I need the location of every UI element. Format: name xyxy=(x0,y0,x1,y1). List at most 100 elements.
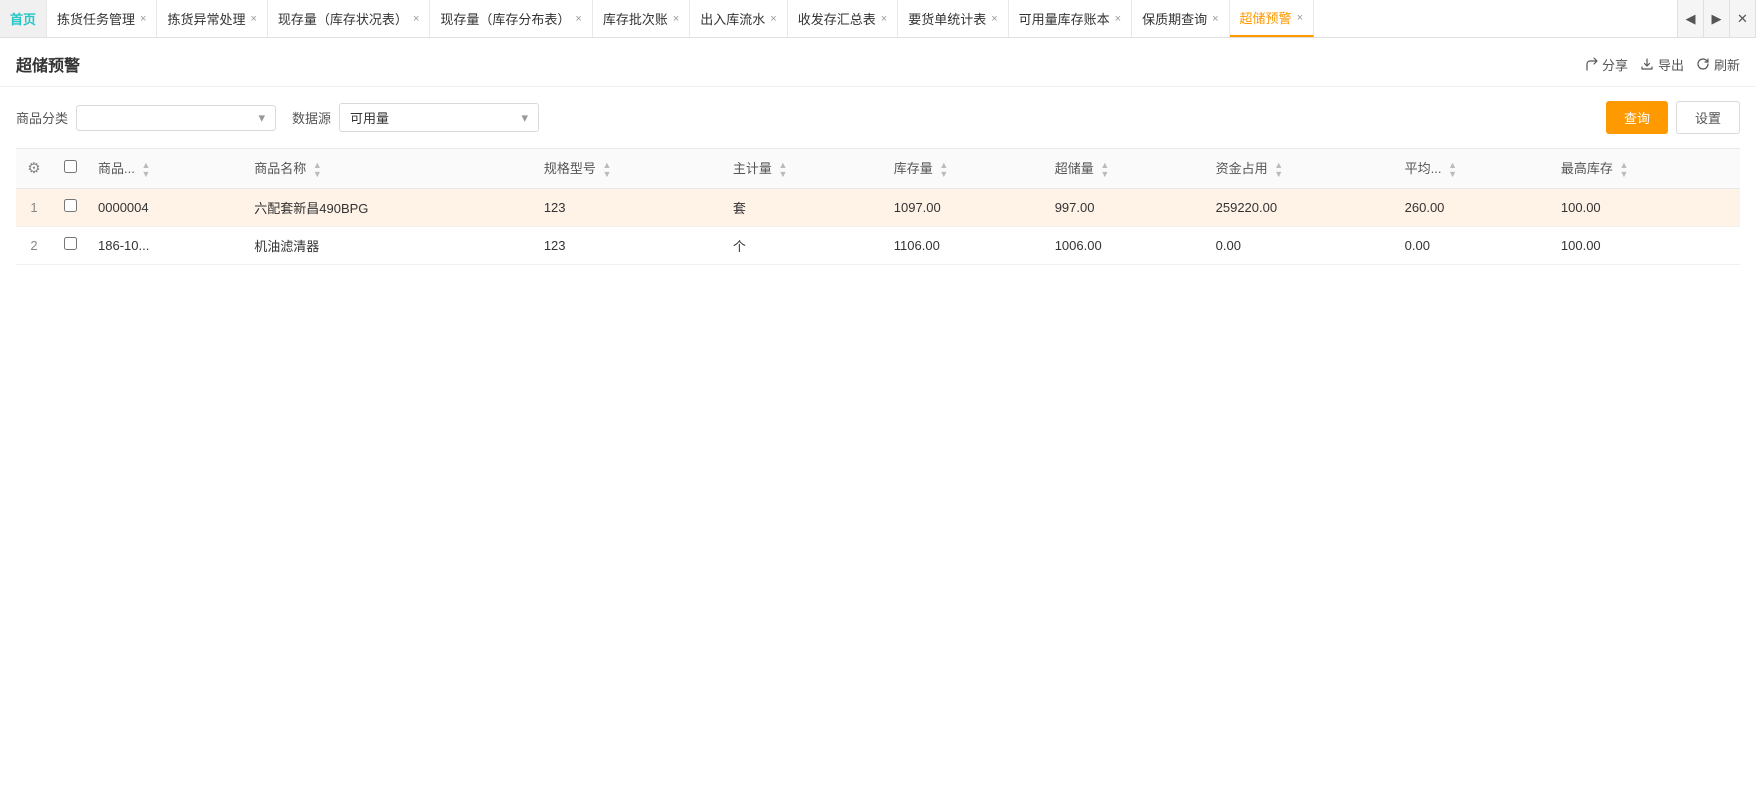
gear-icon[interactable]: ⚙ xyxy=(27,160,40,177)
sort-icon: ▲▼ xyxy=(313,161,322,179)
topbar-item-stock-status[interactable]: 现存量（库存状况表） × xyxy=(268,0,430,37)
table-wrapper: ⚙ 商品... ▲▼ 商品名称 ▲▼ 规格型号 ▲▼ xyxy=(0,148,1756,265)
topbar-item-overstock[interactable]: 超储预警 × xyxy=(1230,0,1314,37)
col-avg[interactable]: 平均... ▲▼ xyxy=(1395,149,1551,189)
close-icon[interactable]: × xyxy=(1115,13,1121,25)
home-label: 首页 xyxy=(10,9,36,28)
page-title: 超储预警 xyxy=(16,52,80,76)
row-unit: 个 xyxy=(723,226,884,264)
sort-icon: ▲▼ xyxy=(1274,161,1283,179)
datasource-select[interactable]: 可用量 ▾ xyxy=(339,103,539,132)
col-capital[interactable]: 资金占用 ▲▼ xyxy=(1206,149,1395,189)
topbar-item-batch[interactable]: 库存批次账 × xyxy=(593,0,690,37)
filter-row: 商品分类 ▾ 数据源 可用量 ▾ 查询 设置 xyxy=(0,87,1756,148)
col-label: 超储量 xyxy=(1055,161,1094,176)
export-button[interactable]: 导出 xyxy=(1640,55,1684,74)
row-capital: 0.00 xyxy=(1206,226,1395,264)
settings-button[interactable]: 设置 xyxy=(1676,101,1740,134)
table-body: 1 0000004 六配套新昌490BPG 123 套 1097.00 997.… xyxy=(16,188,1740,264)
col-label: 库存量 xyxy=(894,161,933,176)
tab-label: 可用量库存账本 xyxy=(1019,9,1110,28)
row-checkbox[interactable] xyxy=(64,237,77,250)
col-label: 平均... xyxy=(1405,161,1442,176)
col-product-name[interactable]: 商品名称 ▲▼ xyxy=(244,149,534,189)
row-stock: 1106.00 xyxy=(884,226,1045,264)
row-avg: 0.00 xyxy=(1395,226,1551,264)
close-icon[interactable]: × xyxy=(770,13,776,25)
col-label: 商品... xyxy=(98,161,135,176)
close-icon[interactable]: × xyxy=(1297,12,1303,24)
row-overstock: 997.00 xyxy=(1045,188,1206,226)
tab-label: 收发存汇总表 xyxy=(798,9,876,28)
col-max-stock[interactable]: 最高库存 ▲▼ xyxy=(1551,149,1740,189)
row-spec: 123 xyxy=(534,226,723,264)
topbar-item-abnormal[interactable]: 拣货异常处理 × xyxy=(157,0,267,37)
row-num: 1 xyxy=(16,188,52,226)
tab-label: 拣货异常处理 xyxy=(167,9,245,28)
topbar-item-task-mgmt[interactable]: 拣货任务管理 × xyxy=(47,0,157,37)
close-icon[interactable]: × xyxy=(575,13,581,25)
topbar-item-quality[interactable]: 保质期查询 × xyxy=(1132,0,1229,37)
refresh-button[interactable]: 刷新 xyxy=(1696,55,1740,74)
nav-prev-button[interactable]: ◀ xyxy=(1678,0,1704,38)
col-label: 规格型号 xyxy=(544,161,596,176)
refresh-label: 刷新 xyxy=(1714,55,1740,74)
select-all-checkbox[interactable] xyxy=(64,160,77,173)
close-icon[interactable]: × xyxy=(140,13,146,25)
tab-label: 保质期查询 xyxy=(1142,9,1207,28)
export-icon xyxy=(1640,57,1654,71)
row-max-stock: 100.00 xyxy=(1551,226,1740,264)
topbar-item-available[interactable]: 可用量库存账本 × xyxy=(1009,0,1132,37)
close-icon[interactable]: × xyxy=(250,13,256,25)
close-icon[interactable]: × xyxy=(673,13,679,25)
nav-arrows: ◀ ▶ ✕ xyxy=(1677,0,1756,38)
topbar-home[interactable]: 首页 xyxy=(0,0,47,37)
page-header: 超储预警 分享 导出 刷新 xyxy=(0,38,1756,87)
col-stock[interactable]: 库存量 ▲▼ xyxy=(884,149,1045,189)
header-actions: 分享 导出 刷新 xyxy=(1584,55,1740,74)
chevron-down-icon: ▾ xyxy=(258,110,265,126)
topbar-item-stock-dist[interactable]: 现存量（库存分布表） × xyxy=(430,0,592,37)
row-checkbox[interactable] xyxy=(64,199,77,212)
row-capital: 259220.00 xyxy=(1206,188,1395,226)
topbar-item-inout[interactable]: 出入库流水 × xyxy=(690,0,787,37)
tab-label: 库存批次账 xyxy=(603,9,668,28)
sort-icon: ▲▼ xyxy=(602,161,611,179)
row-checkbox-cell xyxy=(52,188,88,226)
close-icon[interactable]: × xyxy=(991,13,997,25)
close-icon[interactable]: × xyxy=(881,13,887,25)
col-spec[interactable]: 规格型号 ▲▼ xyxy=(534,149,723,189)
topbar-item-requisition[interactable]: 要货单统计表 × xyxy=(898,0,1008,37)
col-settings: ⚙ xyxy=(16,149,52,189)
tab-label: 拣货任务管理 xyxy=(57,9,135,28)
row-num: 2 xyxy=(16,226,52,264)
tab-label: 超储预警 xyxy=(1240,8,1292,27)
nav-next-button[interactable]: ▶ xyxy=(1704,0,1730,38)
col-label: 资金占用 xyxy=(1216,161,1268,176)
tab-label: 要货单统计表 xyxy=(908,9,986,28)
share-icon xyxy=(1584,57,1598,71)
close-icon[interactable]: × xyxy=(1212,13,1218,25)
topbar-item-collect[interactable]: 收发存汇总表 × xyxy=(788,0,898,37)
tab-label: 出入库流水 xyxy=(700,9,765,28)
col-product-code[interactable]: 商品... ▲▼ xyxy=(88,149,244,189)
share-label: 分享 xyxy=(1602,55,1628,74)
category-filter: 商品分类 ▾ xyxy=(16,105,276,131)
category-value xyxy=(87,110,91,125)
row-product-code: 0000004 xyxy=(88,188,244,226)
table-row: 1 0000004 六配套新昌490BPG 123 套 1097.00 997.… xyxy=(16,188,1740,226)
close-icon[interactable]: × xyxy=(413,13,419,25)
query-button[interactable]: 查询 xyxy=(1606,101,1668,134)
refresh-icon xyxy=(1696,57,1710,71)
tab-label: 现存量（库存状况表） xyxy=(278,9,408,28)
category-label: 商品分类 xyxy=(16,108,68,127)
row-product-name: 机油滤清器 xyxy=(244,226,534,264)
nav-close-button[interactable]: ✕ xyxy=(1730,0,1756,38)
col-unit[interactable]: 主计量 ▲▼ xyxy=(723,149,884,189)
col-overstock[interactable]: 超储量 ▲▼ xyxy=(1045,149,1206,189)
row-product-name: 六配套新昌490BPG xyxy=(244,188,534,226)
share-button[interactable]: 分享 xyxy=(1584,55,1628,74)
datasource-value: 可用量 xyxy=(350,108,389,127)
category-select[interactable]: ▾ xyxy=(76,105,276,131)
row-checkbox-cell xyxy=(52,226,88,264)
